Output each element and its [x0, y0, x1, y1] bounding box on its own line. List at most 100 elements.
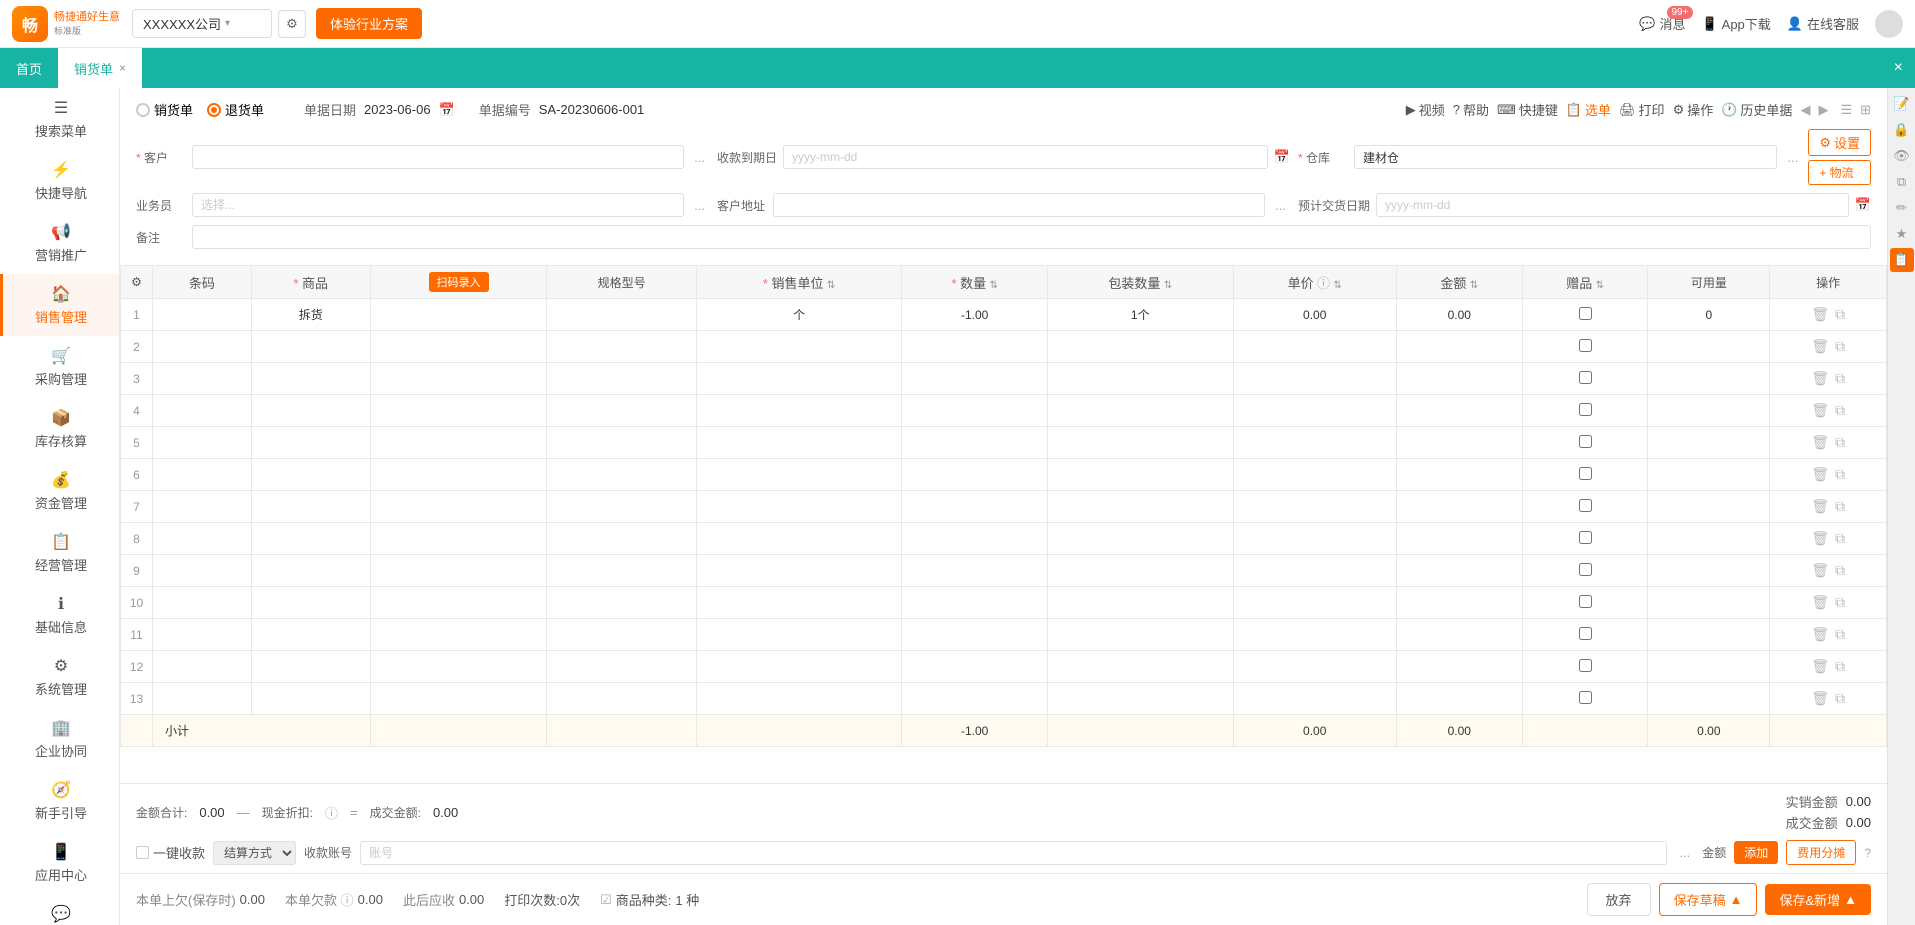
copy-row-icon[interactable]: ⧉	[1835, 690, 1845, 707]
rp-lock-icon[interactable]: 🔒	[1890, 118, 1914, 142]
delete-row-icon[interactable]: 🗑	[1811, 690, 1829, 707]
delete-row-icon[interactable]: 🗑	[1811, 338, 1829, 355]
copy-row-icon[interactable]: ⧉	[1835, 434, 1845, 451]
customer-input[interactable]	[192, 145, 684, 169]
sidebar-item-capital[interactable]: 💰 资金管理	[0, 460, 119, 522]
sort-gift-icon[interactable]: ⇅	[1596, 280, 1604, 291]
trial-button[interactable]: 体验行业方案	[316, 8, 422, 39]
delete-row-icon[interactable]: 🗑	[1811, 594, 1829, 611]
copy-row-icon[interactable]: ⧉	[1835, 658, 1845, 675]
gift-checkbox-9[interactable]	[1579, 563, 1592, 576]
calendar-icon[interactable]: 📅	[439, 102, 455, 118]
tab-bar-close[interactable]: ×	[1894, 59, 1915, 77]
gift-checkbox-6[interactable]	[1579, 467, 1592, 480]
gift-checkbox-5[interactable]	[1579, 435, 1592, 448]
tab-sales-order[interactable]: 销货单 ×	[58, 48, 142, 88]
price-info-icon[interactable]: ⓘ	[1317, 276, 1330, 291]
gift-checkbox-3[interactable]	[1579, 371, 1592, 384]
one-click-checkbox[interactable]	[136, 846, 149, 859]
copy-row-icon[interactable]: ⧉	[1835, 338, 1845, 355]
warehouse-dots[interactable]: ...	[1783, 148, 1802, 167]
app-download-button[interactable]: 📱 App下载	[1701, 14, 1770, 33]
th-settings[interactable]: ⚙	[121, 266, 153, 299]
delete-row-icon[interactable]: 🗑	[1811, 402, 1829, 419]
rp-edit-icon[interactable]: ✏	[1890, 196, 1914, 220]
sidebar-item-enterprise[interactable]: 🏢 企业协同	[0, 708, 119, 770]
gift-checkbox-4[interactable]	[1579, 403, 1592, 416]
delete-row-icon[interactable]: 🗑	[1811, 626, 1829, 643]
sidebar-item-sales[interactable]: 🏠 销售管理	[0, 274, 119, 336]
copy-row-icon[interactable]: ⧉	[1835, 370, 1845, 387]
select-order-btn[interactable]: 📋 选单	[1566, 100, 1611, 119]
abandon-button[interactable]: 放弃	[1587, 883, 1651, 916]
delete-row-icon[interactable]: 🗑	[1811, 466, 1829, 483]
copy-row-icon[interactable]: ⧉	[1835, 466, 1845, 483]
settings-button[interactable]: ⚙	[278, 10, 306, 38]
print-btn[interactable]: 🖨 打印	[1619, 100, 1665, 119]
operation-btn[interactable]: ⚙ 操作	[1673, 100, 1714, 119]
copy-row-icon[interactable]: ⧉	[1835, 402, 1845, 419]
delivery-date-input[interactable]	[1376, 193, 1849, 217]
sort-amount-icon[interactable]: ⇅	[1470, 280, 1478, 291]
copy-row-icon[interactable]: ⧉	[1835, 562, 1845, 579]
help-btn[interactable]: ? 帮助	[1453, 100, 1489, 119]
owed-info-icon[interactable]: ⓘ	[341, 893, 354, 908]
message-button[interactable]: 💬 消息 99+	[1639, 14, 1685, 33]
sidebar-item-purchase[interactable]: 🛒 采购管理	[0, 336, 119, 398]
copy-row-icon[interactable]: ⧉	[1835, 530, 1845, 547]
rp-orange-icon[interactable]: 📋	[1890, 248, 1914, 272]
delete-row-1-icon[interactable]: 🗑	[1811, 306, 1829, 323]
sidebar-item-system[interactable]: ⚙ 系统管理	[0, 646, 119, 708]
rp-star-icon[interactable]: ★	[1890, 222, 1914, 246]
gift-checkbox-8[interactable]	[1579, 531, 1592, 544]
sidebar-item-wechat[interactable]: 💬 企业微信	[0, 894, 119, 925]
gift-checkbox-11[interactable]	[1579, 627, 1592, 640]
sort-qty-icon[interactable]: ⇅	[989, 280, 997, 291]
address-input[interactable]	[773, 193, 1265, 217]
delete-row-icon[interactable]: 🗑	[1811, 498, 1829, 515]
sort-pack-icon[interactable]: ⇅	[1164, 280, 1172, 291]
tab-close-icon[interactable]: ×	[119, 61, 126, 75]
sidebar-item-quick-nav[interactable]: ⚡ 快捷导航	[0, 150, 119, 212]
sidebar-item-app-center[interactable]: 📱 应用中心	[0, 832, 119, 894]
rp-copy-icon[interactable]: ⧉	[1890, 170, 1914, 194]
delete-row-icon[interactable]: 🗑	[1811, 562, 1829, 579]
settle-method-select[interactable]: 结算方式	[213, 841, 296, 865]
logistics-button[interactable]: + 物流	[1808, 160, 1871, 185]
copy-row-icon[interactable]: ⧉	[1835, 498, 1845, 515]
next-icon[interactable]: ▶	[1818, 102, 1828, 118]
customer-dots[interactable]: ...	[690, 148, 709, 167]
sidebar-item-inventory[interactable]: 📦 库存核算	[0, 398, 119, 460]
sidebar-item-operations[interactable]: 📋 经营管理	[0, 522, 119, 584]
sort-unit-icon[interactable]: ⇅	[827, 280, 835, 291]
fenbei-button[interactable]: 费用分摊	[1786, 840, 1856, 865]
copy-row-1-icon[interactable]: ⧉	[1835, 306, 1845, 323]
radio-return[interactable]: 退货单	[207, 100, 264, 119]
copy-row-icon[interactable]: ⧉	[1835, 626, 1845, 643]
delete-row-icon[interactable]: 🗑	[1811, 434, 1829, 451]
address-dots[interactable]: ...	[1271, 196, 1290, 215]
save-new-button[interactable]: 保存&新增 ▲	[1765, 884, 1871, 915]
delete-row-icon[interactable]: 🗑	[1811, 530, 1829, 547]
delete-row-icon[interactable]: 🗑	[1811, 658, 1829, 675]
salesman-input[interactable]	[192, 193, 684, 217]
gift-checkbox-2[interactable]	[1579, 339, 1592, 352]
warehouse-input[interactable]	[1354, 145, 1777, 169]
cash-discount-info-icon[interactable]: ⓘ	[325, 803, 338, 822]
save-draft-button[interactable]: 保存草稿 ▲	[1659, 883, 1758, 916]
note-input[interactable]	[192, 225, 1871, 249]
rp-eye-icon[interactable]: 👁	[1890, 144, 1914, 168]
video-btn[interactable]: ▶ 视频	[1406, 100, 1445, 119]
sidebar-item-basic-info[interactable]: ℹ 基础信息	[0, 584, 119, 646]
grid-view-icon[interactable]: ⊞	[1860, 102, 1871, 118]
sidebar-item-search[interactable]: ☰ 搜索菜单	[0, 88, 119, 150]
due-date-calendar-icon[interactable]: 📅	[1274, 149, 1290, 165]
sidebar-item-marketing[interactable]: 📢 营销推广	[0, 212, 119, 274]
scan-button[interactable]: 扫码录入	[429, 272, 489, 292]
list-view-icon[interactable]: ☰	[1840, 102, 1852, 118]
tab-home[interactable]: 首页	[0, 48, 58, 88]
delivery-calendar-icon[interactable]: 📅	[1855, 197, 1871, 213]
rp-note-icon[interactable]: 📝	[1890, 92, 1914, 116]
sort-price-icon[interactable]: ⇅	[1333, 280, 1341, 291]
sidebar-item-guide[interactable]: 🧭 新手引导	[0, 770, 119, 832]
